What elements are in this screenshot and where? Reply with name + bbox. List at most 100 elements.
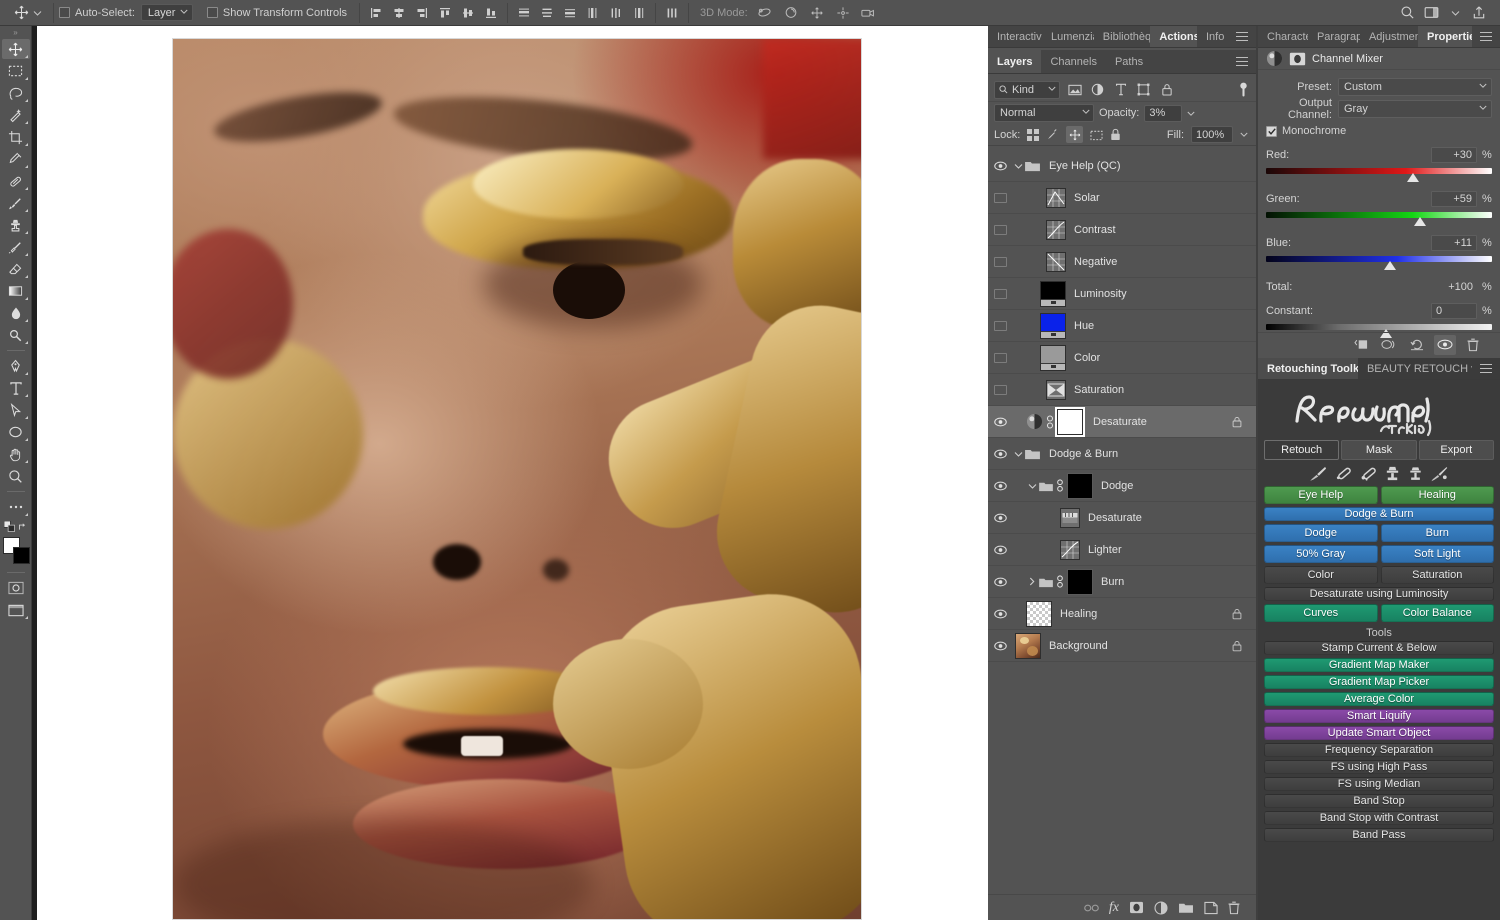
toggle-visibility-icon[interactable]	[1434, 335, 1456, 355]
align-bottom-edges-icon[interactable]	[480, 2, 502, 24]
filter-toggle-icon[interactable]	[1235, 81, 1252, 98]
hue-saturation-thumbnail[interactable]	[1060, 508, 1080, 528]
pattern-stamp-icon[interactable]	[1407, 465, 1424, 482]
document-canvas[interactable]	[173, 39, 861, 919]
table-row[interactable]: Saturation	[988, 374, 1258, 406]
tab-retouching-toolkit[interactable]: Retouching Toolkit	[1258, 358, 1358, 379]
retouching-panel-menu-button[interactable]	[1472, 358, 1500, 379]
reset-icon[interactable]	[1406, 335, 1428, 355]
band-stop-with-contrast-button[interactable]: Band Stop with Contrast	[1264, 811, 1494, 825]
smart-liquify-button[interactable]: Smart Liquify	[1264, 709, 1494, 723]
layer-visibility-toggle[interactable]	[988, 289, 1012, 299]
frequency-separation-button[interactable]: Frequency Separation	[1264, 743, 1494, 757]
healing-brush-tool[interactable]	[2, 171, 30, 191]
tab-channels[interactable]: Channels	[1041, 50, 1105, 73]
solid-color-thumbnail[interactable]	[1040, 281, 1066, 307]
type-filter-icon[interactable]	[1112, 81, 1129, 98]
group-disclosure-icon[interactable]	[1012, 163, 1024, 169]
table-row[interactable]: Healing	[988, 598, 1258, 630]
tab-interactive[interactable]: Interactive	[988, 26, 1042, 47]
swap-colors-icon[interactable]	[18, 522, 28, 532]
brush-icon[interactable]	[1309, 465, 1328, 482]
quick-selection-tool[interactable]	[2, 105, 30, 125]
distribute-bottom-edges-icon[interactable]	[559, 2, 581, 24]
group-disclosure-icon[interactable]	[1012, 451, 1024, 457]
auto-select-checkbox[interactable]	[59, 7, 70, 18]
lock-image-pixels-icon[interactable]	[1046, 128, 1059, 141]
channel-mixer-icon[interactable]	[1026, 413, 1043, 430]
path-selection-tool[interactable]	[2, 400, 30, 420]
layer-visibility-toggle[interactable]	[988, 193, 1012, 203]
tab-info[interactable]: Info	[1197, 26, 1228, 47]
layers-panel-menu-button[interactable]	[1228, 50, 1256, 73]
move-tool[interactable]	[2, 39, 30, 59]
fill-input[interactable]: 100%	[1191, 126, 1233, 143]
layer-visibility-toggle[interactable]	[988, 609, 1012, 619]
panel-menu-button[interactable]	[1228, 26, 1256, 47]
distribute-spacing-icon[interactable]	[661, 2, 683, 24]
slide-3d-icon[interactable]	[832, 2, 854, 24]
pen-tool[interactable]	[2, 356, 30, 376]
soft-light-button[interactable]: Soft Light	[1381, 545, 1495, 563]
blue-channel-input[interactable]: +11	[1431, 235, 1477, 251]
band-stop-button[interactable]: Band Stop	[1264, 794, 1494, 808]
clip-to-layer-icon[interactable]	[1350, 335, 1372, 355]
eye-help-button[interactable]: Eye Help	[1264, 486, 1378, 504]
average-color-button[interactable]: Average Color	[1264, 692, 1494, 706]
burn-button[interactable]: Burn	[1381, 524, 1495, 542]
align-horizontal-centers-icon[interactable]	[388, 2, 410, 24]
layer-visibility-toggle[interactable]	[988, 481, 1012, 491]
solid-color-thumbnail[interactable]	[1040, 345, 1066, 371]
eraser-tool[interactable]	[2, 259, 30, 279]
table-row[interactable]: Negative	[988, 246, 1258, 278]
spot-healing-brush-icon[interactable]	[1359, 465, 1378, 482]
quick-mask-button[interactable]	[2, 578, 30, 598]
table-row[interactable]: Hue	[988, 310, 1258, 342]
orbit-3d-icon[interactable]	[754, 2, 776, 24]
band-pass-button[interactable]: Band Pass	[1264, 828, 1494, 842]
background-color-swatch[interactable]	[13, 547, 30, 564]
gradient-tool[interactable]	[2, 281, 30, 301]
table-row[interactable]: Background	[988, 630, 1258, 662]
align-left-edges-icon[interactable]	[365, 2, 387, 24]
link-mask-icon[interactable]	[1056, 479, 1064, 492]
background-layer-thumbnail[interactable]	[1015, 633, 1041, 659]
curves-button[interactable]: Curves	[1264, 604, 1378, 622]
distribute-right-edges-icon[interactable]	[628, 2, 650, 24]
type-tool[interactable]	[2, 378, 30, 398]
dodge-and-burn-button[interactable]: Dodge & Burn	[1264, 507, 1494, 521]
table-row[interactable]: Solar	[988, 182, 1258, 214]
distribute-vertical-centers-icon[interactable]	[536, 2, 558, 24]
chevron-down-icon[interactable]	[1444, 2, 1466, 24]
brush-tool[interactable]	[2, 193, 30, 213]
new-group-icon[interactable]	[1178, 901, 1194, 914]
table-row[interactable]: Dodge	[988, 470, 1258, 502]
layer-mask-thumbnail[interactable]	[1057, 409, 1083, 435]
layer-visibility-toggle[interactable]	[988, 257, 1012, 267]
ellipse-tool[interactable]	[2, 422, 30, 442]
table-row[interactable]: Color	[988, 342, 1258, 374]
table-row[interactable]: Luminosity	[988, 278, 1258, 310]
output-channel-dropdown[interactable]: Gray	[1338, 100, 1492, 118]
link-mask-icon[interactable]	[1046, 415, 1054, 429]
opacity-chevron-icon[interactable]	[1187, 111, 1195, 116]
hand-tool[interactable]	[2, 444, 30, 464]
tab-beauty-retouch[interactable]: BEAUTY RETOUCH v3	[1358, 358, 1472, 379]
group-mask-thumbnail[interactable]	[1067, 473, 1093, 499]
table-row[interactable]: Dodge & Burn	[988, 438, 1258, 470]
distribute-horizontal-centers-icon[interactable]	[605, 2, 627, 24]
constant-input[interactable]: 0	[1431, 303, 1477, 319]
lock-transparent-pixels-icon[interactable]	[1027, 129, 1039, 141]
layer-visibility-toggle[interactable]	[988, 577, 1012, 587]
monochrome-checkbox[interactable]	[1266, 126, 1277, 137]
monochrome-row[interactable]: Monochrome	[1266, 120, 1492, 142]
table-row[interactable]: Burn	[988, 566, 1258, 598]
tab-paragraph[interactable]: Paragraph	[1308, 26, 1360, 47]
solid-color-thumbnail[interactable]	[1040, 313, 1066, 339]
zoom-3d-camera-icon[interactable]	[858, 2, 880, 24]
shape-filter-icon[interactable]	[1135, 81, 1152, 98]
tab-bibliotheque[interactable]: Bibliothèqu	[1094, 26, 1151, 47]
mixer-brush-icon[interactable]	[1430, 465, 1449, 482]
collapse-panel-icon[interactable]: »	[0, 26, 31, 38]
red-channel-input[interactable]: +30	[1431, 147, 1477, 163]
